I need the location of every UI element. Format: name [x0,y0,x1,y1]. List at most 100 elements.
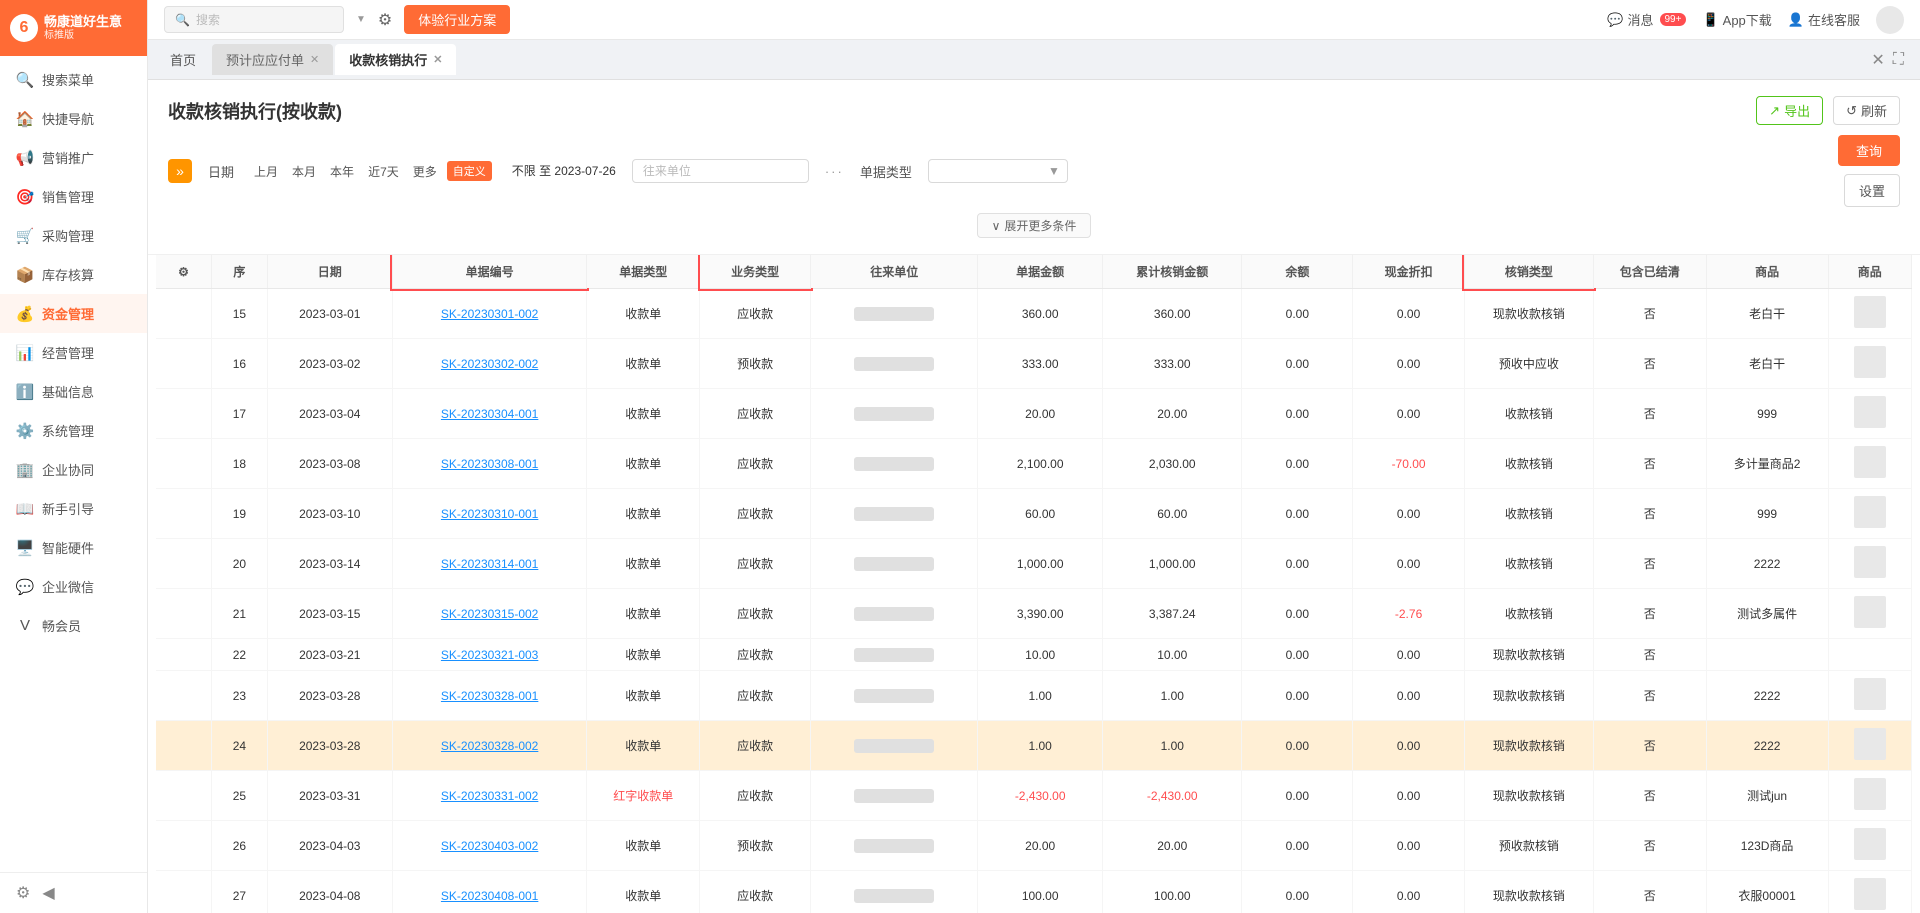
row-checkbox[interactable] [156,721,212,771]
sidebar-item-inventory[interactable]: 📦 库存核算 [0,255,147,294]
sidebar-item-hardware[interactable]: 🖥️ 智能硬件 [0,528,147,567]
bill-no-link[interactable]: SK-20230331-002 [441,789,538,803]
sidebar-item-wechat[interactable]: 💬 企业微信 [0,567,147,606]
this-year-button[interactable]: 本年 [326,161,358,182]
messages-button[interactable]: 💬 消息 99+ [1607,10,1686,29]
row-bill-no[interactable]: SK-20230308-001 [392,439,587,489]
sidebar-item-quick-nav[interactable]: 🏠 快捷导航 [0,99,147,138]
row-checkbox[interactable] [156,539,212,589]
table-row[interactable]: 15 2023-03-01 SK-20230301-002 收款单 应收款 36… [156,289,1912,339]
chevron-down-icon[interactable]: ▼ [356,14,366,25]
col-gear[interactable]: ⚙ [156,255,212,289]
bill-no-link[interactable]: SK-20230308-001 [441,457,538,471]
sidebar-item-basic-info[interactable]: ℹ️ 基础信息 [0,372,147,411]
gear-icon[interactable]: ⚙ [378,10,392,30]
bill-no-link[interactable]: SK-20230328-001 [441,689,538,703]
bill-no-link[interactable]: SK-20230310-001 [441,507,538,521]
gear-icon[interactable]: ⚙ [178,265,189,279]
sidebar-item-finance[interactable]: 💰 资金管理 [0,294,147,333]
row-bill-no[interactable]: SK-20230328-001 [392,671,587,721]
tab-prepay-close[interactable]: ✕ [310,53,319,66]
row-checkbox[interactable] [156,671,212,721]
row-checkbox[interactable] [156,289,212,339]
tab-maximize-icon[interactable]: ⛶ [1893,51,1904,69]
more-dates-button[interactable]: 更多 [409,161,441,182]
row-checkbox[interactable] [156,639,212,671]
export-button[interactable]: ↗ 导出 [1756,96,1823,125]
table-row[interactable]: 16 2023-03-02 SK-20230302-002 收款单 预收款 33… [156,339,1912,389]
row-bill-no[interactable]: SK-20230301-002 [392,289,587,339]
tab-prepay[interactable]: 预计应应付单 ✕ [212,44,333,75]
row-bill-no[interactable]: SK-20230302-002 [392,339,587,389]
industry-solution-button[interactable]: 体验行业方案 [404,5,510,34]
tab-close-all-icon[interactable]: ✕ [1871,50,1884,70]
sidebar-item-marketing[interactable]: 📢 营销推广 [0,138,147,177]
bill-no-link[interactable]: SK-20230302-002 [441,357,538,371]
refresh-button[interactable]: ↺ 刷新 [1833,96,1900,125]
row-checkbox[interactable] [156,489,212,539]
table-row[interactable]: 19 2023-03-10 SK-20230310-001 收款单 应收款 60… [156,489,1912,539]
sidebar-item-system[interactable]: ⚙️ 系统管理 [0,411,147,450]
table-row[interactable]: 18 2023-03-08 SK-20230308-001 收款单 应收款 2,… [156,439,1912,489]
sidebar-item-member[interactable]: V 畅会员 [0,606,147,645]
row-bill-no[interactable]: SK-20230310-001 [392,489,587,539]
table-row[interactable]: 20 2023-03-14 SK-20230314-001 收款单 应收款 1,… [156,539,1912,589]
filter-collapse-button[interactable]: » [168,159,192,183]
last-month-button[interactable]: 上月 [250,161,282,182]
bill-no-link[interactable]: SK-20230304-001 [441,407,538,421]
bill-no-link[interactable]: SK-20230408-001 [441,889,538,903]
custom-date-button[interactable]: 自定义 [447,161,492,181]
user-avatar[interactable] [1876,6,1904,34]
row-bill-no[interactable]: SK-20230328-002 [392,721,587,771]
tab-home[interactable]: 首页 [156,44,210,75]
row-checkbox[interactable] [156,821,212,871]
bill-no-link[interactable]: SK-20230315-002 [441,607,538,621]
row-bill-no[interactable]: SK-20230314-001 [392,539,587,589]
sidebar-item-sales[interactable]: 🎯 销售管理 [0,177,147,216]
row-checkbox[interactable] [156,339,212,389]
this-month-button[interactable]: 本月 [288,161,320,182]
table-row[interactable]: 17 2023-03-04 SK-20230304-001 收款单 应收款 20… [156,389,1912,439]
last-7-days-button[interactable]: 近7天 [364,161,403,182]
counterparty-input[interactable] [632,159,809,183]
bill-no-link[interactable]: SK-20230301-002 [441,307,538,321]
table-row[interactable]: 24 2023-03-28 SK-20230328-002 收款单 应收款 1.… [156,721,1912,771]
row-checkbox[interactable] [156,771,212,821]
row-checkbox[interactable] [156,439,212,489]
sidebar-item-search-menu[interactable]: 🔍 搜索菜单 [0,60,147,99]
expand-more-button[interactable]: ∨ 展开更多条件 [977,213,1092,238]
table-row[interactable]: 25 2023-03-31 SK-20230331-002 红字收款单 应收款 … [156,771,1912,821]
row-bill-no[interactable]: SK-20230315-002 [392,589,587,639]
settings-button[interactable]: 设置 [1844,174,1900,207]
bill-no-link[interactable]: SK-20230321-003 [441,648,538,662]
tab-receive-cancel-close[interactable]: ✕ [433,53,442,66]
row-bill-no[interactable]: SK-20230403-002 [392,821,587,871]
row-checkbox[interactable] [156,871,212,913]
topbar-search[interactable]: 🔍 搜索 [164,6,344,33]
row-checkbox[interactable] [156,589,212,639]
bill-no-link[interactable]: SK-20230314-001 [441,557,538,571]
tab-receive-cancel[interactable]: 收款核销执行 ✕ [335,44,456,75]
collapse-icon[interactable]: ◀ [42,883,54,903]
table-row[interactable]: 21 2023-03-15 SK-20230315-002 收款单 应收款 3,… [156,589,1912,639]
sidebar-item-guide[interactable]: 📖 新手引导 [0,489,147,528]
table-row[interactable]: 23 2023-03-28 SK-20230328-001 收款单 应收款 1.… [156,671,1912,721]
row-checkbox[interactable] [156,389,212,439]
row-bill-no[interactable]: SK-20230304-001 [392,389,587,439]
online-service-button[interactable]: 👤 在线客服 [1788,10,1860,29]
sidebar-item-enterprise[interactable]: 🏢 企业协同 [0,450,147,489]
settings-icon[interactable]: ⚙ [16,883,30,903]
row-bill-no[interactable]: SK-20230331-002 [392,771,587,821]
table-row[interactable]: 22 2023-03-21 SK-20230321-003 收款单 应收款 10… [156,639,1912,671]
row-bill-no[interactable]: SK-20230321-003 [392,639,587,671]
sidebar-item-purchase[interactable]: 🛒 采购管理 [0,216,147,255]
sidebar-item-operations[interactable]: 📊 经营管理 [0,333,147,372]
bill-type-select[interactable] [928,159,1068,183]
table-row[interactable]: 26 2023-04-03 SK-20230403-002 收款单 预收款 20… [156,821,1912,871]
bill-no-link[interactable]: SK-20230328-002 [441,739,538,753]
app-download-button[interactable]: 📱 App下载 [1702,10,1771,29]
table-row[interactable]: 27 2023-04-08 SK-20230408-001 收款单 应收款 10… [156,871,1912,913]
row-bill-no[interactable]: SK-20230408-001 [392,871,587,913]
bill-no-link[interactable]: SK-20230403-002 [441,839,538,853]
query-button[interactable]: 查询 [1838,135,1900,166]
